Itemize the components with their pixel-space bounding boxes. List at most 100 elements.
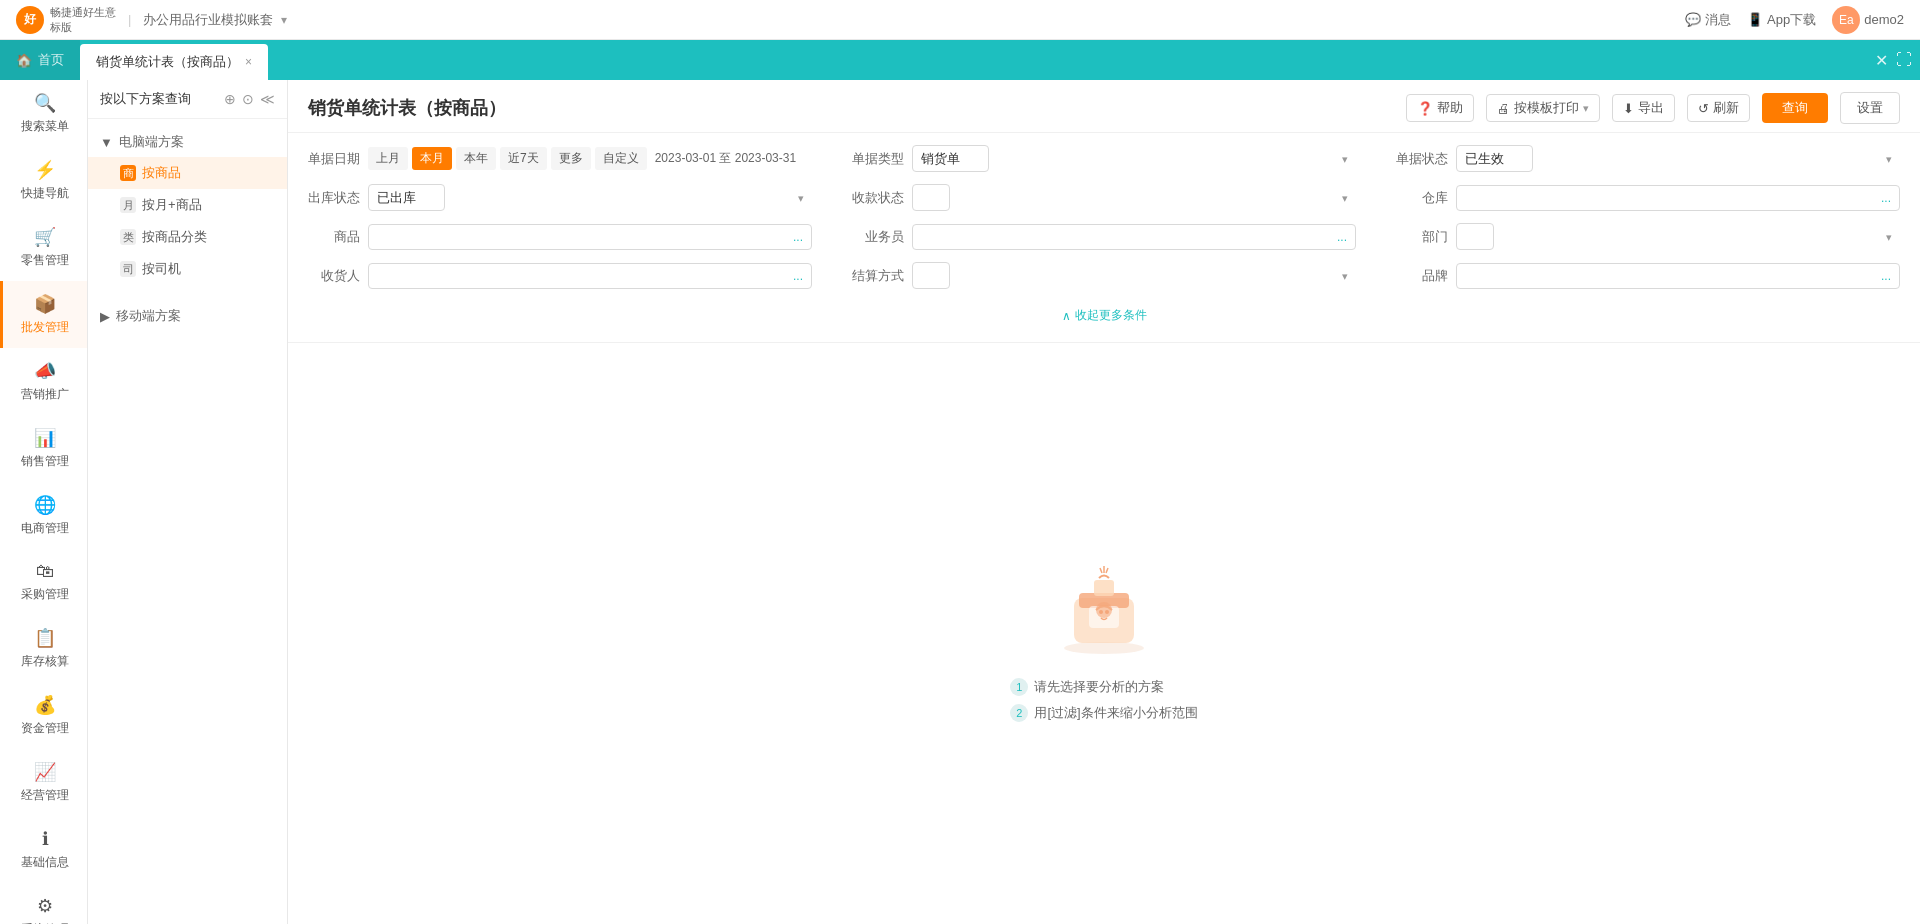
brand-dots[interactable]: ... [1881, 269, 1891, 283]
sidebar-item-wholesale[interactable]: 📦 批发管理 [0, 281, 87, 348]
message-btn[interactable]: 💬 消息 [1685, 11, 1731, 29]
main-layout: 🔍 搜索菜单 ⚡ 快捷导航 🛒 零售管理 📦 批发管理 📣 营销推广 📊 销售管… [0, 80, 1920, 924]
add-scheme-btn[interactable]: ⊕ [224, 91, 236, 107]
svg-rect-7 [1094, 580, 1114, 596]
tree-header-desktop[interactable]: ▼ 电脑端方案 [88, 127, 287, 157]
tree-section: ▼ 电脑端方案 商 按商品 月 按月+商品 类 按商品分类 司 按司机 [88, 119, 287, 293]
sidebar-item-marketing[interactable]: 📣 营销推广 [0, 348, 87, 415]
salesperson-dots[interactable]: ... [1337, 230, 1347, 244]
filter-warehouse-group: 仓库 ... [1396, 185, 1900, 211]
date-label: 单据日期 [308, 150, 368, 168]
marketing-icon: 📣 [34, 360, 56, 382]
out-status-label: 出库状态 [308, 189, 368, 207]
empty-state: 1 请先选择要分析的方案 2 用[过滤]条件来缩小分析范围 [288, 343, 1920, 924]
receiver-control[interactable]: ... [368, 263, 812, 289]
receiver-dots[interactable]: ... [793, 269, 803, 283]
product-dots[interactable]: ... [793, 230, 803, 244]
sidebar-item-operations[interactable]: 📈 经营管理 [0, 749, 87, 816]
doc-type-select-wrapper: 销货单 [912, 145, 1356, 172]
payment-status-select[interactable] [912, 184, 950, 211]
warehouse-control[interactable]: ... [1456, 185, 1900, 211]
left-panel-header: 按以下方案查询 ⊕ ⊙ ≪ [88, 80, 287, 119]
print-btn[interactable]: 🖨 按模板打印 ▾ [1486, 94, 1600, 122]
date-pill-7days[interactable]: 近7天 [500, 147, 547, 170]
export-btn[interactable]: ⬇ 导出 [1612, 94, 1675, 122]
date-range: 2023-03-01 至 2023-03-31 [655, 150, 796, 167]
info-icon: ℹ [42, 828, 49, 850]
salesperson-control[interactable]: ... [912, 224, 1356, 250]
date-pill-this-month[interactable]: 本月 [412, 147, 452, 170]
doc-type-select[interactable]: 销货单 [912, 145, 989, 172]
brand-control[interactable]: ... [1456, 263, 1900, 289]
user-avatar-btn[interactable]: Ea demo2 [1832, 6, 1904, 34]
filter-department-group: 部门 [1396, 223, 1900, 250]
help-icon: ❓ [1417, 101, 1433, 116]
refresh-icon: ↺ [1698, 101, 1709, 116]
close-tab-btn[interactable]: ✕ [1875, 51, 1888, 70]
query-btn[interactable]: 查询 [1762, 93, 1828, 123]
left-panel-actions: ⊕ ⊙ ≪ [224, 91, 275, 107]
settings-scheme-btn[interactable]: ⊙ [242, 91, 254, 107]
filter-row-1: 单据日期 上月 本月 本年 近7天 更多 自定义 2023-03-01 至 20… [308, 145, 1900, 172]
settings-btn[interactable]: 设置 [1840, 92, 1900, 124]
refresh-btn[interactable]: ↺ 刷新 [1687, 94, 1750, 122]
retail-icon: 🛒 [34, 226, 56, 248]
empty-tips: 1 请先选择要分析的方案 2 用[过滤]条件来缩小分析范围 [1010, 678, 1197, 730]
sidebar-item-basic-info[interactable]: ℹ 基础信息 [0, 816, 87, 883]
app-download-btn[interactable]: 📱 App下载 [1747, 11, 1816, 29]
warehouse-label: 仓库 [1396, 189, 1456, 207]
sidebar-item-quicknav[interactable]: ⚡ 快捷导航 [0, 147, 87, 214]
sidebar-item-inventory[interactable]: 📋 库存核算 [0, 615, 87, 682]
filter-row-2: 出库状态 已出库 收款状态 [308, 184, 1900, 211]
home-icon: 🏠 [16, 53, 32, 68]
salesperson-label: 业务员 [852, 228, 912, 246]
out-status-select[interactable]: 已出库 [368, 184, 445, 211]
tab-active[interactable]: 销货单统计表（按商品） × [80, 44, 268, 80]
svg-line-8 [1100, 568, 1102, 573]
collapse-btn[interactable]: ∧ 收起更多条件 [308, 301, 1900, 330]
help-btn[interactable]: ❓ 帮助 [1406, 94, 1474, 122]
download-icon: 📱 [1747, 12, 1763, 27]
filter-brand-group: 品牌 ... [1396, 263, 1900, 289]
sidebar-item-system[interactable]: ⚙ 系统管理 [0, 883, 87, 924]
svg-point-4 [1096, 602, 1112, 618]
tree-header-mobile[interactable]: ▶ 移动端方案 [88, 301, 287, 331]
date-pill-last-month[interactable]: 上月 [368, 147, 408, 170]
tree-item-by-category[interactable]: 类 按商品分类 [88, 221, 287, 253]
expand-btn[interactable]: ⛶ [1896, 51, 1912, 69]
collapse-up-icon: ∧ [1062, 309, 1071, 323]
svg-point-6 [1105, 610, 1109, 614]
topbar-left: 好 畅捷通好生意 标版 | 办公用品行业模拟账套 ▾ [16, 5, 287, 34]
tab-close-icon[interactable]: × [245, 55, 252, 69]
filter-receiver-group: 收货人 ... [308, 263, 812, 289]
sidebar-item-retail[interactable]: 🛒 零售管理 [0, 214, 87, 281]
date-pill-this-year[interactable]: 本年 [456, 147, 496, 170]
sidebar-item-ecommerce[interactable]: 🌐 电商管理 [0, 482, 87, 549]
sidebar-item-finance[interactable]: 💰 资金管理 [0, 682, 87, 749]
tree-item-by-product[interactable]: 商 按商品 [88, 157, 287, 189]
tree-item-by-month-product[interactable]: 月 按月+商品 [88, 189, 287, 221]
tip-number-2: 2 [1010, 704, 1028, 722]
date-pill-more[interactable]: 更多 [551, 147, 591, 170]
operations-icon: 📈 [34, 761, 56, 783]
sidebar-item-sales[interactable]: 📊 销售管理 [0, 415, 87, 482]
warehouse-dots[interactable]: ... [1881, 191, 1891, 205]
quicknav-icon: ⚡ [34, 159, 56, 181]
sales-icon: 📊 [34, 427, 56, 449]
sidebar-item-purchase[interactable]: 🛍 采购管理 [0, 549, 87, 615]
doc-status-select[interactable]: 已生效 [1456, 145, 1533, 172]
logo-text: 畅捷通好生意 标版 [50, 5, 116, 34]
receiver-label: 收货人 [308, 267, 368, 285]
settlement-select[interactable] [912, 262, 950, 289]
date-pill-custom[interactable]: 自定义 [595, 147, 647, 170]
product-label: 商品 [308, 228, 368, 246]
product-control[interactable]: ... [368, 224, 812, 250]
department-select[interactable] [1456, 223, 1494, 250]
collapse-panel-btn[interactable]: ≪ [260, 91, 275, 107]
tab-home[interactable]: 🏠 首页 [0, 40, 80, 80]
inventory-icon: 📋 [34, 627, 56, 649]
filter-out-status-group: 出库状态 已出库 [308, 184, 812, 211]
doc-type-label: 单据类型 [852, 150, 912, 168]
tree-item-by-driver[interactable]: 司 按司机 [88, 253, 287, 285]
sidebar-item-search[interactable]: 🔍 搜索菜单 [0, 80, 87, 147]
